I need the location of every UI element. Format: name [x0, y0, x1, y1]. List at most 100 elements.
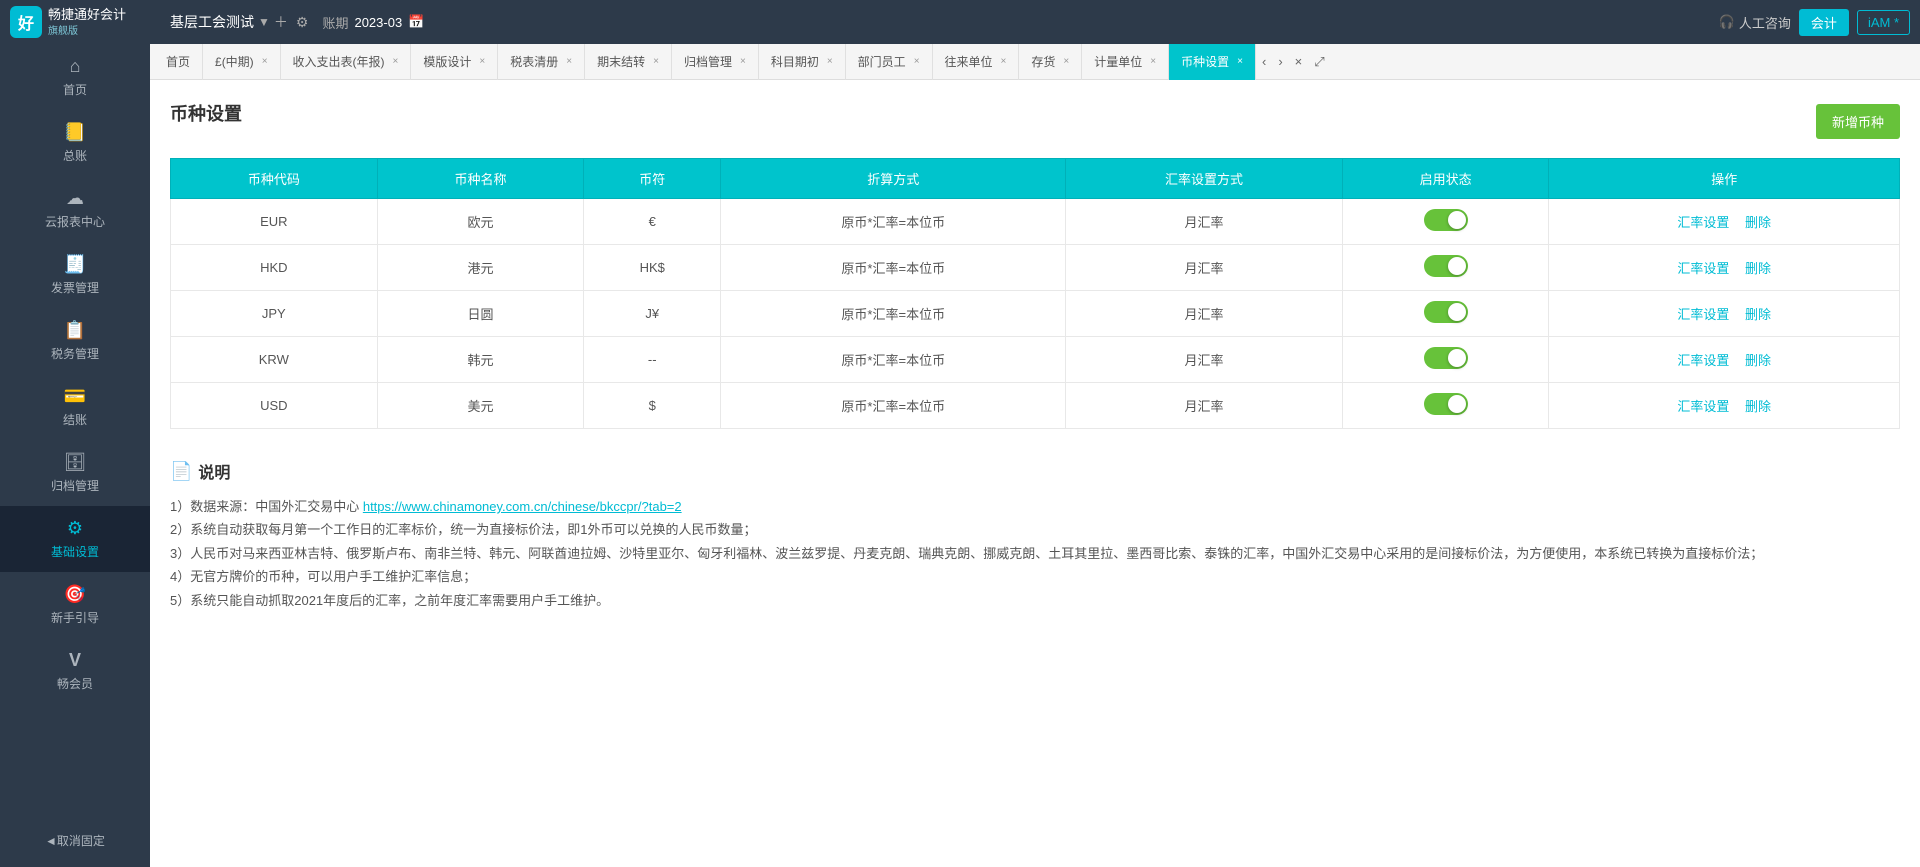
rate-settings-link[interactable]: 汇率设置 [1677, 215, 1729, 230]
tab-expand-button[interactable]: ⤢ [1308, 44, 1330, 80]
settle-icon: 💳 [64, 386, 86, 407]
page-content: 币种设置 新增币种 币种代码 币种名称 币符 折算方式 汇率设置方式 启用状态 … [150, 80, 1920, 867]
sidebar-label-home: 首页 [63, 81, 87, 98]
tab-income-close[interactable]: × [393, 56, 399, 67]
cell-name: 日圆 [377, 291, 584, 337]
toggle-enabled[interactable] [1424, 347, 1468, 369]
account-button[interactable]: 会计 [1799, 9, 1849, 36]
sidebar-item-guide[interactable]: 🎯 新手引导 [0, 572, 150, 638]
sidebar-item-home[interactable]: ⌂ 首页 [0, 44, 150, 110]
sidebar-item-archive[interactable]: 🗄 归档管理 [0, 440, 150, 506]
tab-inventory-close[interactable]: × [1063, 56, 1069, 67]
tab-taxclear[interactable]: 税表清册 × [498, 44, 585, 80]
page-title: 币种设置 [170, 100, 242, 126]
sidebar-item-ledger[interactable]: 📒 总账 [0, 110, 150, 176]
app-container: 好 畅捷通好会计 旗舰版 基层工会测试 ▼ ＋ ⚙ 账期 2023-03 📅 🎧… [0, 0, 1920, 867]
cell-code: EUR [171, 199, 378, 245]
delete-link[interactable]: 删除 [1745, 399, 1771, 414]
cell-action: 汇率设置 删除 [1549, 199, 1900, 245]
calendar-icon[interactable]: 📅 [408, 14, 424, 30]
tab-inventory[interactable]: 存货 × [1019, 44, 1082, 80]
cancel-pin-button[interactable]: ◄取消固定 [0, 824, 150, 857]
new-currency-button[interactable]: 新增币种 [1816, 104, 1900, 139]
tab-inventory-label: 存货 [1031, 53, 1055, 70]
rate-settings-link[interactable]: 汇率设置 [1677, 261, 1729, 276]
sidebar-item-settings[interactable]: ⚙ 基础设置 [0, 506, 150, 572]
cell-symbol: J¥ [584, 291, 721, 337]
tab-currency-close[interactable]: × [1237, 56, 1243, 67]
toggle-enabled[interactable] [1424, 393, 1468, 415]
tab-periodend-close[interactable]: × [653, 56, 659, 67]
tab-template[interactable]: 模版设计 × [411, 44, 498, 80]
cell-rate-type: 月汇率 [1066, 199, 1342, 245]
table-row: HKD港元HK$原币*汇率=本位币月汇率 汇率设置 删除 [171, 245, 1900, 291]
sidebar-label-report: 云报表中心 [45, 213, 105, 230]
period-value: 2023-03 [354, 15, 402, 30]
company-dropdown-icon[interactable]: ▼ [258, 15, 270, 29]
tab-subjects-close[interactable]: × [827, 56, 833, 67]
tab-unit[interactable]: 计量单位 × [1082, 44, 1169, 80]
tab-home[interactable]: 首页 [154, 44, 203, 80]
toggle-enabled[interactable] [1424, 255, 1468, 277]
sidebar-item-report[interactable]: ☁ 云报表中心 [0, 176, 150, 242]
delete-link[interactable]: 删除 [1745, 307, 1771, 322]
tab-dept-close[interactable]: × [914, 56, 920, 67]
cell-rate-type: 月汇率 [1066, 291, 1342, 337]
cell-status [1342, 337, 1549, 383]
rate-settings-link[interactable]: 汇率设置 [1677, 353, 1729, 368]
sidebar-item-settle[interactable]: 💳 结账 [0, 374, 150, 440]
tab-customer-label: 往来单位 [945, 53, 993, 70]
guide-icon: 🎯 [64, 584, 86, 605]
cell-rate-type: 月汇率 [1066, 245, 1342, 291]
logo-text-area: 畅捷通好会计 旗舰版 [48, 7, 126, 38]
tab-close-all-button[interactable]: × [1289, 44, 1309, 80]
toggle-enabled[interactable] [1424, 301, 1468, 323]
tab-currency[interactable]: 币种设置 × [1169, 44, 1256, 80]
note-3: 3）人民币对马来西亚林吉特、俄罗斯卢布、南非兰特、韩元、阿联酋迪拉姆、沙特里亚尔… [170, 542, 1900, 565]
cell-symbol: HK$ [584, 245, 721, 291]
cell-code: HKD [171, 245, 378, 291]
settings-icon[interactable]: ⚙ [296, 14, 309, 31]
tab-template-close[interactable]: × [479, 56, 485, 67]
tab-period-close[interactable]: × [262, 56, 268, 67]
delete-link[interactable]: 删除 [1745, 215, 1771, 230]
sidebar-item-invoice[interactable]: 🧾 发票管理 [0, 242, 150, 308]
sidebar-item-tax[interactable]: 📋 税务管理 [0, 308, 150, 374]
cell-code: KRW [171, 337, 378, 383]
tab-prev-button[interactable]: ‹ [1256, 44, 1272, 80]
notes-title-text: 说明 [198, 459, 230, 483]
tab-period[interactable]: £(中期) × [203, 44, 281, 80]
add-icon[interactable]: ＋ [274, 12, 288, 32]
tab-archive-close[interactable]: × [740, 56, 746, 67]
delete-link[interactable]: 删除 [1745, 261, 1771, 276]
tab-periodend[interactable]: 期末结转 × [585, 44, 672, 80]
rate-settings-link[interactable]: 汇率设置 [1677, 399, 1729, 414]
iam-badge[interactable]: iAM * [1857, 10, 1910, 35]
notes-link[interactable]: https://www.chinamoney.com.cn/chinese/bk… [363, 499, 682, 514]
cell-action: 汇率设置 删除 [1549, 291, 1900, 337]
table-row: JPY日圆J¥原币*汇率=本位币月汇率 汇率设置 删除 [171, 291, 1900, 337]
tab-customer-close[interactable]: × [1001, 56, 1007, 67]
app-name: 畅捷通好会计 [48, 7, 126, 23]
cell-action: 汇率设置 删除 [1549, 245, 1900, 291]
tab-next-button[interactable]: › [1272, 44, 1288, 80]
tab-period-label: £(中期) [215, 53, 254, 70]
help-button[interactable]: 🎧 人工咨询 [1719, 13, 1791, 32]
app-edition: 旗舰版 [48, 22, 126, 37]
tab-customer[interactable]: 往来单位 × [933, 44, 1020, 80]
tab-archive[interactable]: 归档管理 × [672, 44, 759, 80]
toggle-enabled[interactable] [1424, 209, 1468, 231]
sidebar-item-member[interactable]: V 畅会员 [0, 638, 150, 704]
tab-subjects[interactable]: 科目期初 × [759, 44, 846, 80]
tab-income[interactable]: 收入支出表(年报) × [281, 44, 412, 80]
tab-income-label: 收入支出表(年报) [293, 53, 385, 70]
cell-symbol: -- [584, 337, 721, 383]
cell-calc: 原币*汇率=本位币 [721, 383, 1066, 429]
tab-periodend-label: 期末结转 [597, 53, 645, 70]
tab-taxclear-close[interactable]: × [566, 56, 572, 67]
tab-dept[interactable]: 部门员工 × [846, 44, 933, 80]
top-bar-center: 基层工会测试 ▼ ＋ ⚙ 账期 2023-03 📅 [160, 12, 1719, 32]
tab-unit-close[interactable]: × [1150, 56, 1156, 67]
delete-link[interactable]: 删除 [1745, 353, 1771, 368]
rate-settings-link[interactable]: 汇率设置 [1677, 307, 1729, 322]
